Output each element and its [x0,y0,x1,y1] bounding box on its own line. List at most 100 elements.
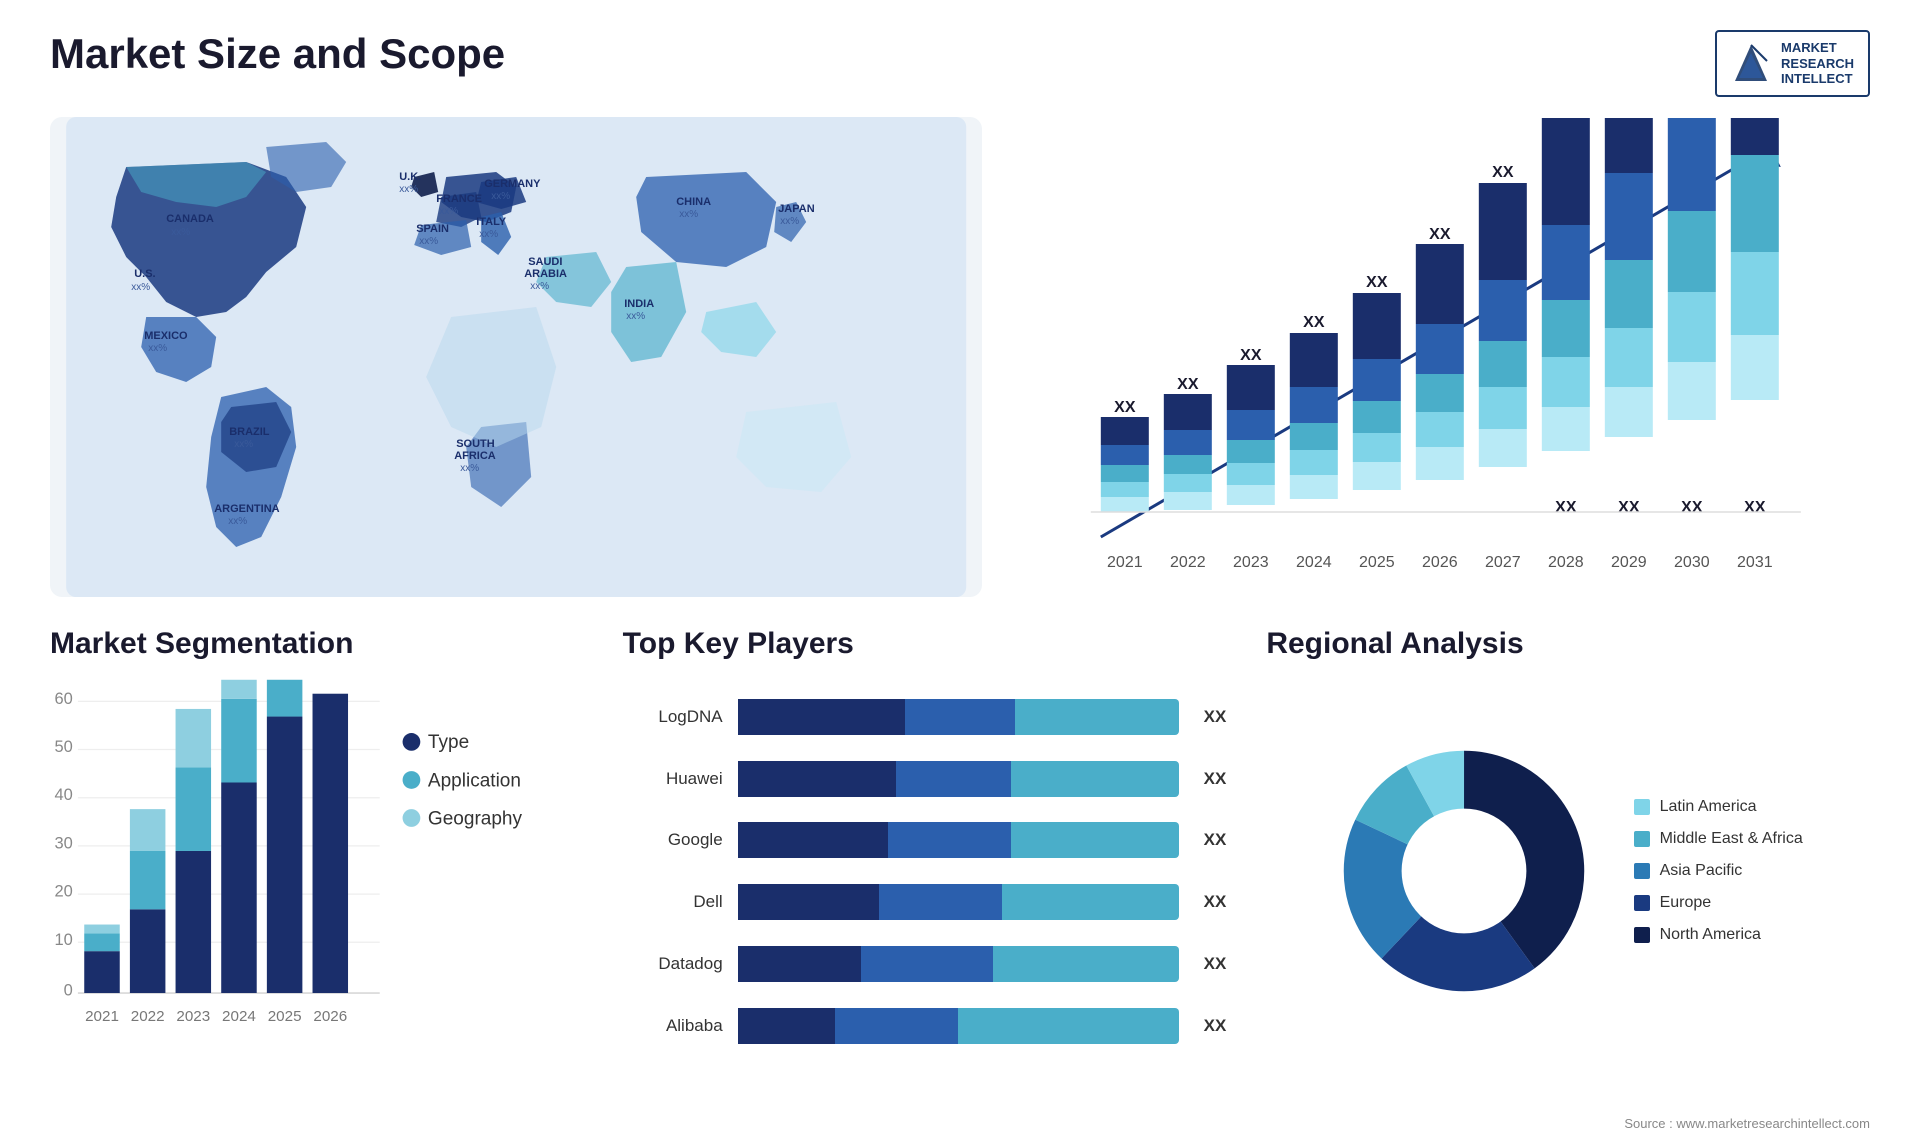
player-value-logdna: XX [1204,707,1227,727]
regional-title: Regional Analysis [1266,627,1870,661]
legend-label-latin: Latin America [1660,798,1757,816]
svg-text:xx%: xx% [419,236,438,247]
svg-text:CHINA: CHINA [676,196,711,208]
svg-text:2028: 2028 [1548,554,1584,571]
player-bar-mid [835,1008,958,1044]
svg-text:XX: XX [1745,499,1767,516]
segmentation-chart-svg: 60 50 40 30 20 10 0 [50,676,583,1087]
svg-text:xx%: xx% [171,227,190,238]
player-bar-huawei [738,761,1179,797]
svg-text:2026: 2026 [313,1008,347,1025]
svg-text:xx%: xx% [460,463,479,474]
player-bar-logdna [738,699,1179,735]
legend-item-na: North America [1634,926,1803,944]
player-name-google: Google [623,830,723,850]
svg-text:Type: Type [428,732,469,753]
svg-text:XX: XX [1178,376,1200,393]
logo-icon [1731,43,1771,83]
top-section: CANADA xx% U.S. xx% MEXICO xx% BRAZIL xx… [50,117,1870,597]
player-bar-alibaba [738,1008,1179,1044]
svg-text:2022: 2022 [131,1008,165,1025]
legend-label-europe: Europe [1660,894,1712,912]
svg-text:SAUDI: SAUDI [528,256,562,268]
svg-text:xx%: xx% [491,191,510,202]
svg-text:xx%: xx% [131,282,150,293]
svg-text:BRAZIL: BRAZIL [229,426,270,438]
svg-text:XX: XX [1430,226,1452,243]
player-value-alibaba: XX [1204,1016,1227,1036]
svg-text:xx%: xx% [439,206,458,217]
regional-container: Regional Analysis [1266,627,1870,1067]
svg-text:GERMANY: GERMANY [484,178,541,190]
player-name-logdna: LogDNA [623,707,723,727]
player-name-datadog: Datadog [623,954,723,974]
player-bar-light [1015,699,1178,735]
player-bar-mid [879,884,1002,920]
svg-text:XX: XX [1367,274,1389,291]
svg-text:XX: XX [1556,499,1578,516]
svg-text:2025: 2025 [268,1008,302,1025]
svg-text:60: 60 [55,690,73,708]
legend-label-mea: Middle East & Africa [1660,830,1803,848]
svg-text:2023: 2023 [1233,554,1269,571]
player-value-dell: XX [1204,892,1227,912]
player-row-alibaba: Alibaba XX [623,1008,1227,1044]
players-title: Top Key Players [623,627,1227,661]
svg-text:SOUTH: SOUTH [456,438,495,450]
segmentation-title: Market Segmentation [50,627,583,661]
page-title: Market Size and Scope [50,30,505,78]
legend-color-latin [1634,799,1650,815]
player-bar-light [993,946,1178,982]
page-container: Market Size and Scope MARKET RESEARCH IN… [0,0,1920,1146]
legend-item-europe: Europe [1634,894,1803,912]
player-bar-light [1002,884,1178,920]
player-bar-mid [888,822,1011,858]
player-name-alibaba: Alibaba [623,1016,723,1036]
svg-text:2031: 2031 [1737,554,1773,571]
player-value-huawei: XX [1204,769,1227,789]
bottom-section: Market Segmentation 60 50 40 30 20 10 0 [50,627,1870,1067]
player-bar-dark [738,884,879,920]
svg-text:xx%: xx% [148,343,167,354]
svg-text:2024: 2024 [222,1008,256,1025]
player-row-logdna: LogDNA XX [623,699,1227,735]
legend-color-apac [1634,863,1650,879]
svg-text:AFRICA: AFRICA [454,450,496,462]
svg-text:FRANCE: FRANCE [436,193,482,205]
player-bar-dark [738,1008,835,1044]
player-name-dell: Dell [623,892,723,912]
header: Market Size and Scope MARKET RESEARCH IN… [50,30,1870,97]
svg-text:INDIA: INDIA [624,298,654,310]
svg-text:30: 30 [55,834,73,852]
player-bar-dark [738,822,888,858]
svg-text:XX: XX [1304,314,1326,331]
legend-item-latin: Latin America [1634,798,1803,816]
player-bar-mid [896,761,1011,797]
player-value-datadog: XX [1204,954,1227,974]
svg-text:JAPAN: JAPAN [778,203,815,215]
player-row-datadog: Datadog XX [623,946,1227,982]
svg-text:20: 20 [55,882,73,900]
player-name-huawei: Huawei [623,769,723,789]
legend-label-apac: Asia Pacific [1660,862,1743,880]
players-container: Top Key Players LogDNA XX Huawei [623,627,1227,1067]
player-bar-mid [905,699,1015,735]
legend-item-apac: Asia Pacific [1634,862,1803,880]
svg-text:CANADA: CANADA [166,213,214,225]
svg-text:xx%: xx% [234,439,253,450]
svg-text:10: 10 [55,931,73,949]
player-bar-dark [738,699,906,735]
svg-text:0: 0 [64,981,73,999]
svg-text:xx%: xx% [530,281,549,292]
player-row-google: Google XX [623,822,1227,858]
regional-chart: Latin America Middle East & Africa Asia … [1266,676,1870,1067]
svg-text:xx%: xx% [228,516,247,527]
player-bar-light [1011,761,1179,797]
svg-text:U.S.: U.S. [134,268,155,280]
svg-text:2027: 2027 [1485,554,1521,571]
bar-chart-container: XX 2021 XX 2022 XX 2023 [1022,117,1870,597]
svg-text:2021: 2021 [1107,554,1143,571]
svg-text:2024: 2024 [1296,554,1332,571]
player-bar-datadog [738,946,1179,982]
svg-text:ARGENTINA: ARGENTINA [214,503,279,515]
